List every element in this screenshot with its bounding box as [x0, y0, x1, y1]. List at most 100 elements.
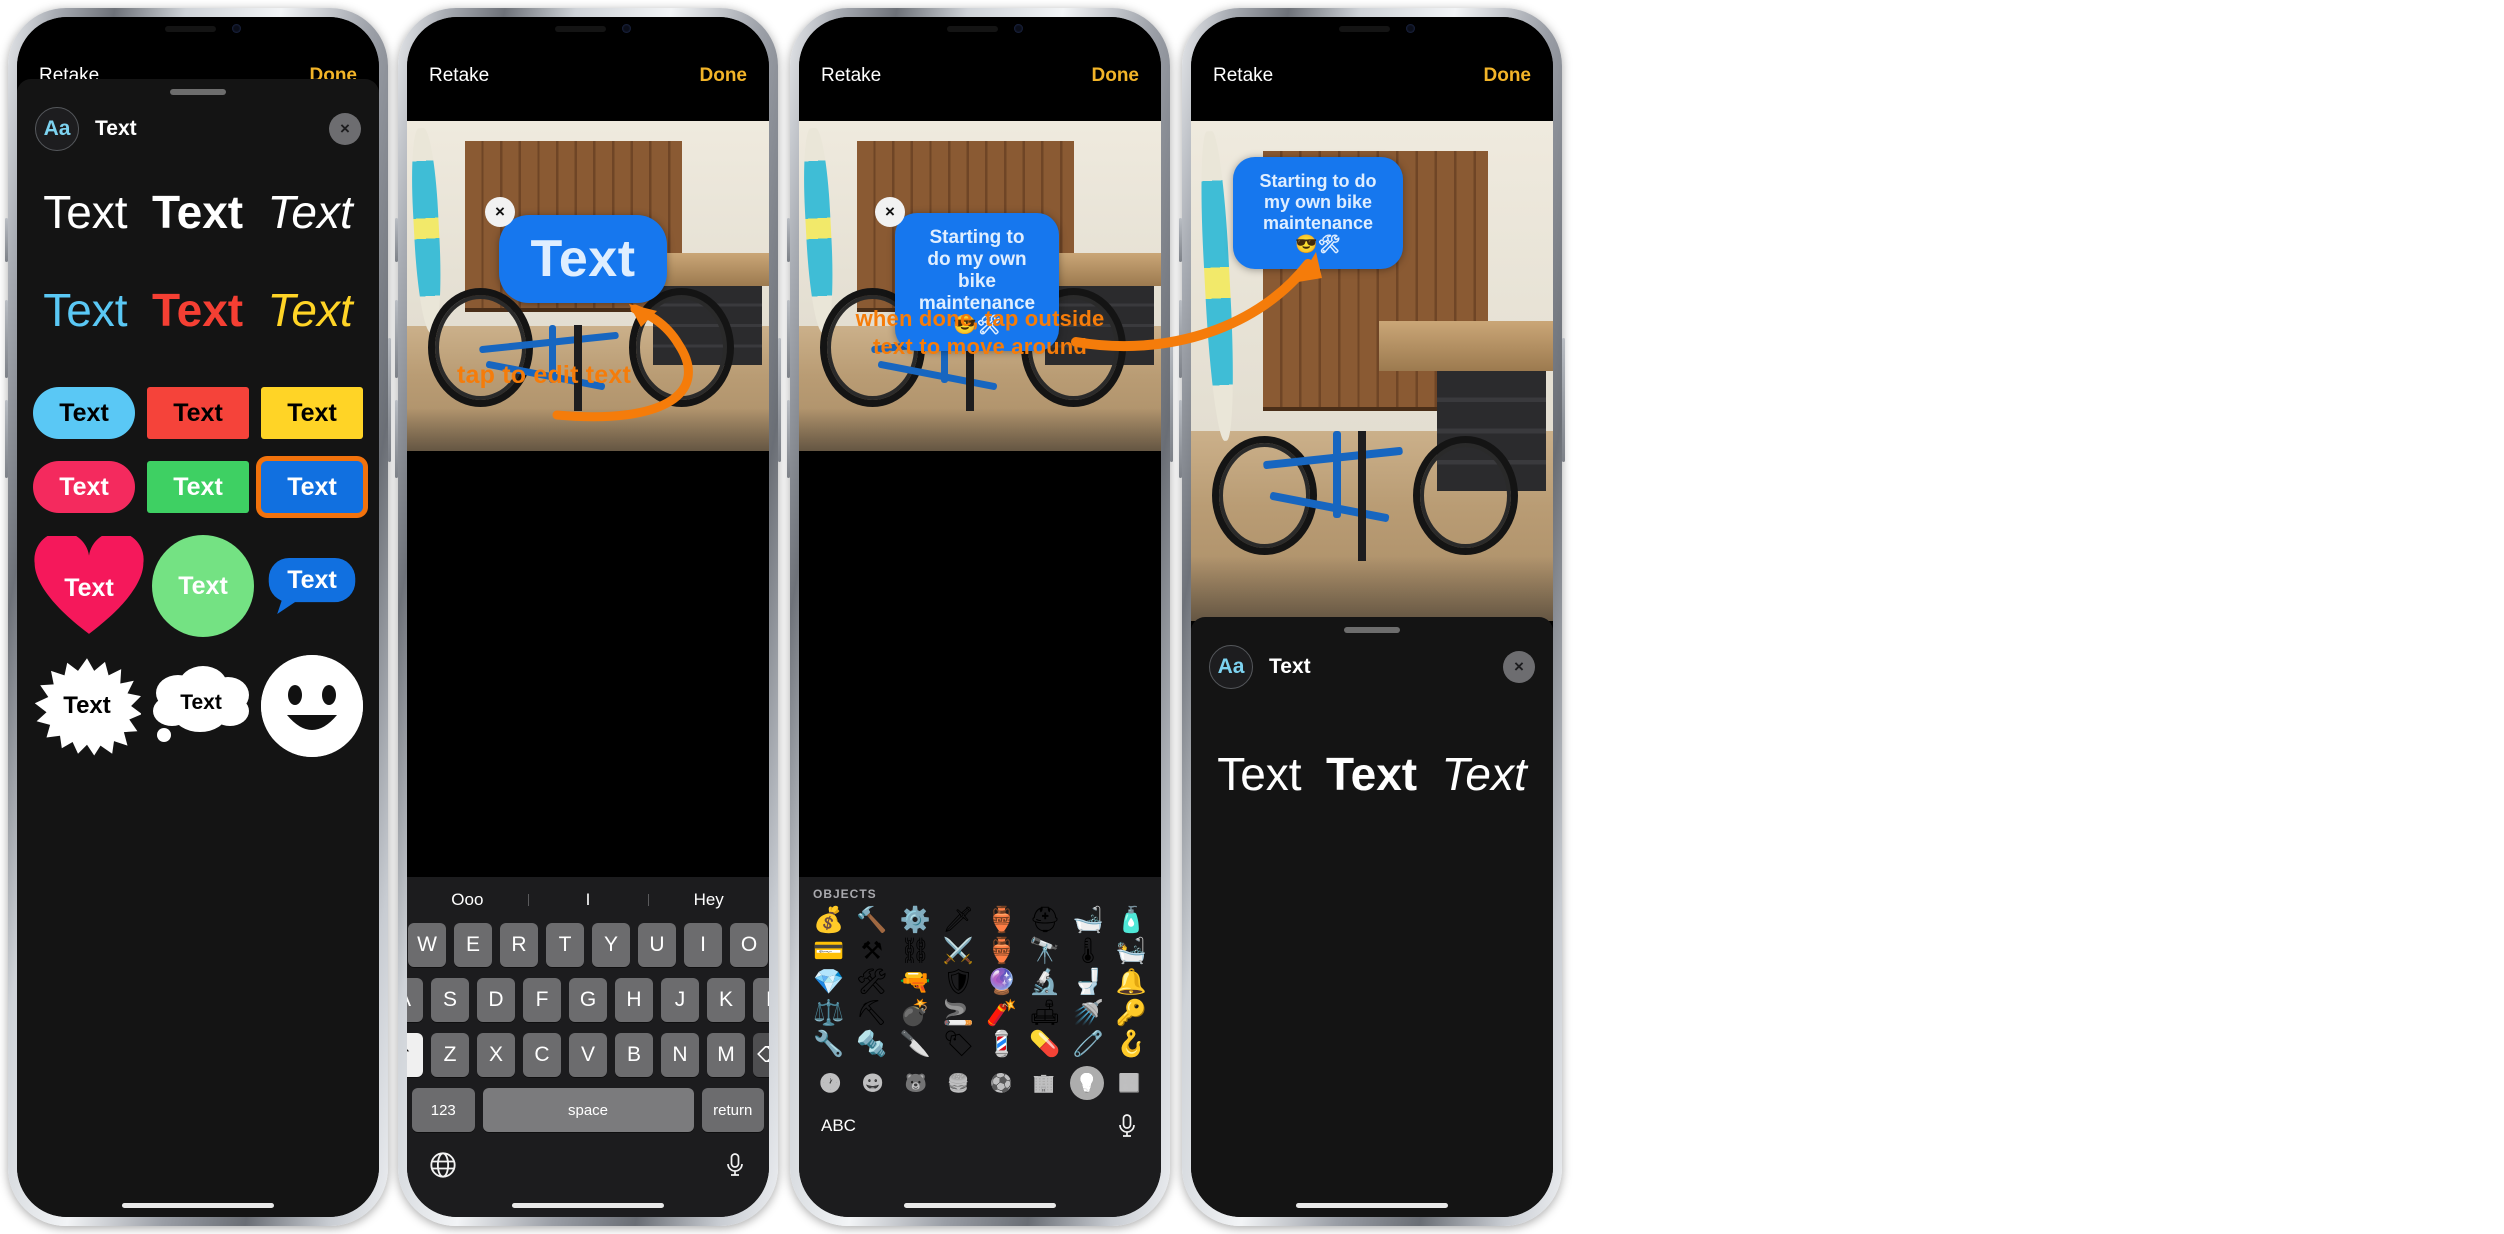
color-option-yellow[interactable]: Text	[268, 283, 353, 337]
text-sticker[interactable]: Text	[499, 215, 667, 304]
globe-icon[interactable]	[429, 1151, 457, 1179]
emoji-category-4[interactable]: ⚽	[984, 1066, 1018, 1100]
color-option-blue[interactable]: Text	[43, 283, 127, 337]
done-button[interactable]: Done	[1092, 65, 1140, 87]
shape-rect-yellow[interactable]: Text	[261, 387, 363, 439]
emoji-cell[interactable]: 🔧	[807, 1029, 850, 1060]
emoji-cell[interactable]: ⚔️	[937, 936, 980, 967]
emoji-cell[interactable]: 💎	[807, 967, 850, 998]
emoji-cell[interactable]: 🧷	[1067, 1029, 1110, 1060]
key-i[interactable]: I	[684, 923, 722, 967]
emoji-category-6[interactable]: 💡	[1069, 1066, 1104, 1100]
key-g[interactable]: G	[569, 978, 607, 1022]
key-r[interactable]: R	[500, 923, 538, 967]
shape-rect-blue-selected[interactable]: Text	[261, 461, 363, 513]
delete-sticker-button[interactable]: ×	[875, 197, 905, 227]
emoji-cell[interactable]: 🔪	[894, 1029, 937, 1060]
volume-down-button[interactable]	[395, 400, 398, 478]
prediction-3[interactable]: Hey	[648, 890, 769, 910]
text-sticker[interactable]: Starting to do my own bike maintenance 😎…	[1233, 157, 1403, 269]
key-k[interactable]: K	[707, 978, 745, 1022]
power-button[interactable]	[778, 338, 781, 462]
shape-starburst-white[interactable]: Text	[33, 656, 141, 756]
power-button[interactable]	[1562, 338, 1565, 462]
emoji-cell[interactable]: 🚽	[1067, 967, 1110, 998]
mic-icon[interactable]	[1115, 1112, 1139, 1140]
shape-emoji-face[interactable]	[261, 655, 363, 757]
mic-icon[interactable]	[723, 1151, 747, 1179]
shape-heart-pink[interactable]: Text	[33, 536, 145, 636]
emoji-cell[interactable]: 💣	[894, 998, 937, 1029]
shape-pill-blue[interactable]: Text	[33, 387, 135, 439]
done-button[interactable]: Done	[1484, 65, 1532, 87]
home-indicator[interactable]	[1295, 1203, 1449, 1208]
emoji-cell[interactable]: 💰	[807, 905, 850, 936]
volume-up-button[interactable]	[395, 300, 398, 378]
key-y[interactable]: Y	[592, 923, 630, 967]
key-o[interactable]: O	[730, 923, 768, 967]
key-f[interactable]: F	[523, 978, 561, 1022]
emoji-cell[interactable]: 🪝	[1110, 1029, 1153, 1060]
photo-canvas[interactable]: × Text tap to edit text	[407, 121, 769, 451]
key-a[interactable]: A	[407, 978, 423, 1022]
emoji-cell[interactable]: 🚬	[937, 998, 980, 1029]
font-option-bold[interactable]: Text	[152, 185, 243, 239]
key-v[interactable]: V	[569, 1033, 607, 1077]
font-option-italic[interactable]: Text	[1442, 747, 1527, 801]
emoji-cell[interactable]: ⛑	[1023, 905, 1066, 936]
font-option-italic[interactable]: Text	[268, 185, 353, 239]
font-option-bold[interactable]: Text	[1326, 747, 1417, 801]
key-l[interactable]: L	[753, 978, 769, 1022]
emoji-cell[interactable]: ⛓	[894, 936, 937, 967]
emoji-cell[interactable]: 🛠	[850, 967, 893, 998]
emoji-cell[interactable]: ⚖️	[807, 998, 850, 1029]
key-t[interactable]: T	[546, 923, 584, 967]
shift-key[interactable]: ⬆	[407, 1033, 423, 1077]
close-panel-button[interactable]: ×	[329, 113, 361, 145]
close-panel-button[interactable]: ×	[1503, 651, 1535, 683]
key-w[interactable]: W	[408, 923, 446, 967]
abc-key[interactable]: ABC	[821, 1116, 856, 1136]
font-picker-button[interactable]: Aa	[1209, 645, 1253, 689]
color-option-red[interactable]: Text	[152, 283, 243, 337]
shape-rect-red[interactable]: Text	[147, 387, 249, 439]
home-indicator[interactable]	[903, 1203, 1057, 1208]
key-c[interactable]: C	[523, 1033, 561, 1077]
emoji-cell[interactable]: 🛀	[1110, 936, 1153, 967]
key-d[interactable]: D	[477, 978, 515, 1022]
photo-canvas[interactable]: Starting to do my own bike maintenance 😎…	[1191, 121, 1553, 621]
delete-key[interactable]: ⌫	[753, 1033, 769, 1077]
power-button[interactable]	[388, 338, 391, 462]
photo-canvas[interactable]: × Starting to do my own bike maintenance…	[799, 121, 1161, 451]
shape-rect-green[interactable]: Text	[147, 461, 249, 513]
emoji-cell[interactable]: 🔫	[894, 967, 937, 998]
emoji-cell[interactable]: 🛁	[1067, 905, 1110, 936]
home-indicator[interactable]	[121, 1203, 275, 1208]
key-j[interactable]: J	[661, 978, 699, 1022]
font-option-regular[interactable]: Text	[1217, 747, 1301, 801]
key-b[interactable]: B	[615, 1033, 653, 1077]
emoji-cell[interactable]: 🏺	[980, 905, 1023, 936]
power-button[interactable]	[1170, 338, 1173, 462]
key-h[interactable]: H	[615, 978, 653, 1022]
emoji-cell[interactable]: 🔑	[1110, 998, 1153, 1029]
shape-pill-pink[interactable]: Text	[33, 461, 135, 513]
emoji-cell[interactable]: 🛡	[937, 967, 980, 998]
delete-sticker-button[interactable]: ×	[485, 197, 515, 227]
key-z[interactable]: Z	[431, 1033, 469, 1077]
emoji-category-3[interactable]: 🍔	[942, 1066, 976, 1100]
emoji-cell[interactable]: 🔩	[850, 1029, 893, 1060]
done-button[interactable]: Done	[700, 65, 748, 87]
emoji-cell[interactable]: ⚒	[850, 936, 893, 967]
emoji-cell[interactable]: 💳	[807, 936, 850, 967]
prediction-1[interactable]: Ooo	[407, 890, 528, 910]
volume-up-button[interactable]	[787, 300, 790, 378]
mute-switch[interactable]	[395, 218, 398, 262]
volume-down-button[interactable]	[787, 400, 790, 478]
key-u[interactable]: U	[638, 923, 676, 967]
emoji-category-5[interactable]: 🏢	[1027, 1066, 1061, 1100]
emoji-category-2[interactable]: 🐻	[899, 1066, 933, 1100]
emoji-cell[interactable]: 💊	[1023, 1029, 1066, 1060]
emoji-cell[interactable]: ⛏	[850, 998, 893, 1029]
shape-cloud-white[interactable]: Text	[148, 663, 254, 749]
